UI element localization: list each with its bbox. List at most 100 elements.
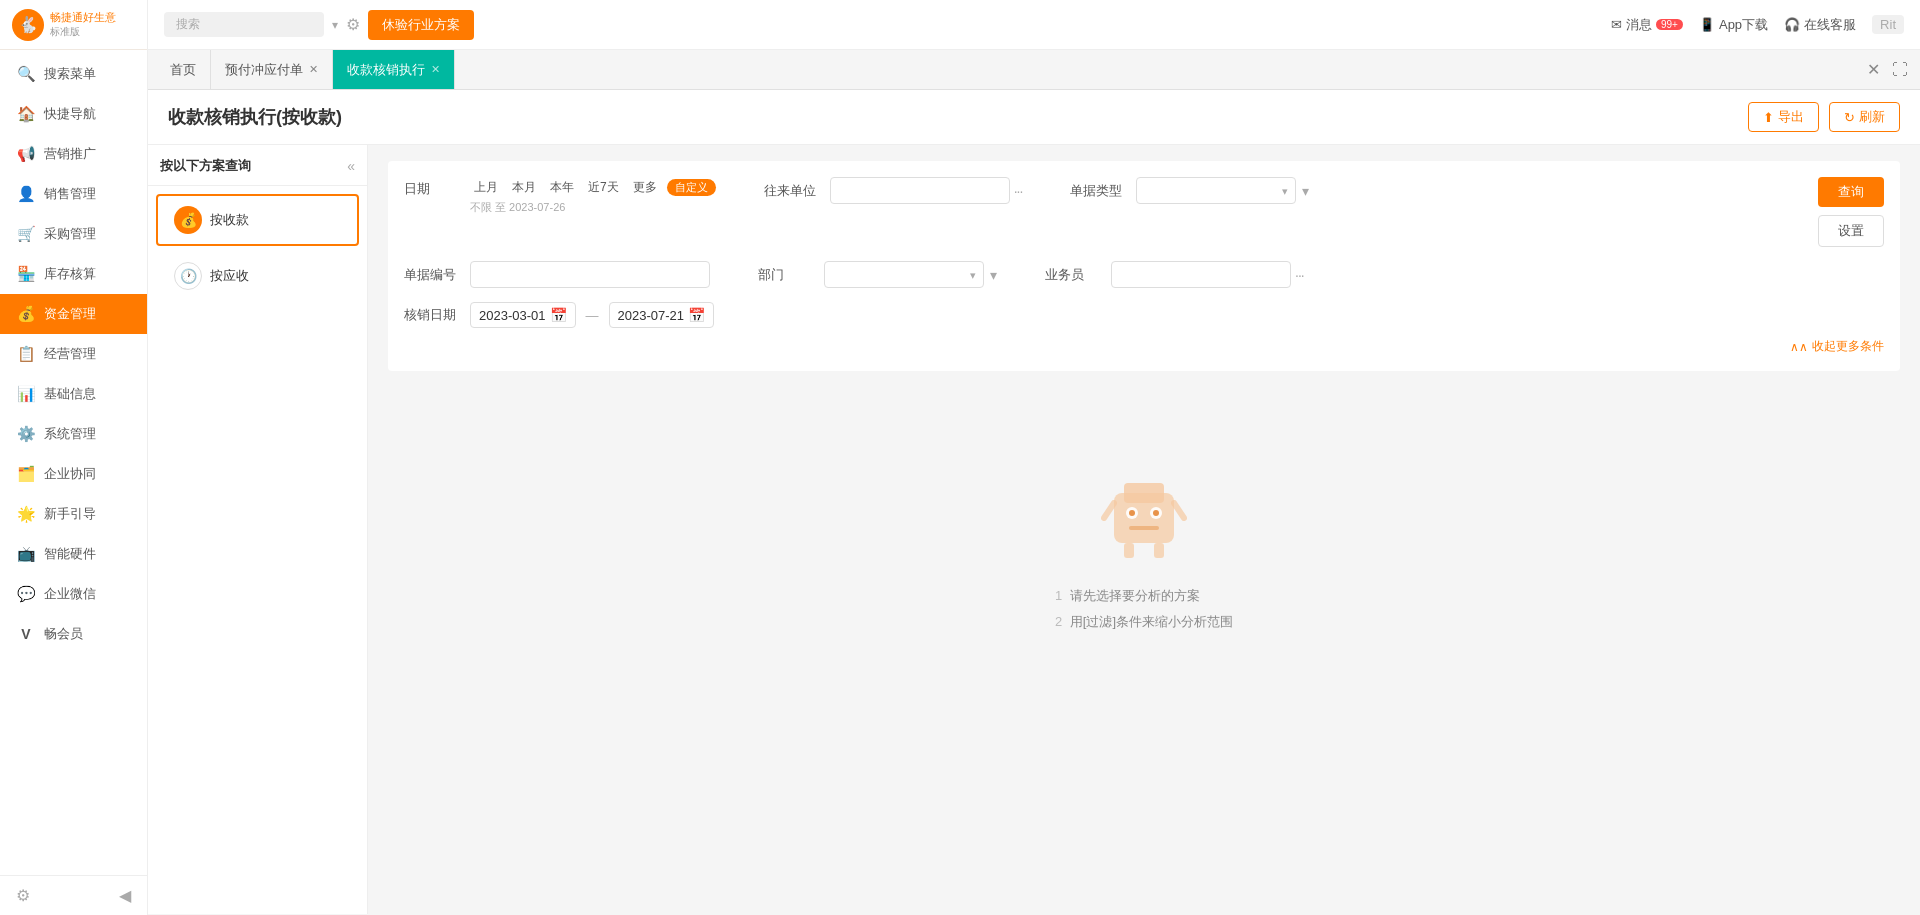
wechat-icon: 💬 [16,584,36,604]
verify-date-end-calendar-icon[interactable]: 📅 [688,307,705,323]
export-button[interactable]: ⬆ 导出 [1748,102,1819,132]
refresh-button[interactable]: ↻ 刷新 [1829,102,1900,132]
settings-button[interactable]: 设置 [1818,215,1884,247]
tab-receipt-close-icon[interactable]: ✕ [431,63,440,76]
filter-panel: 按以下方案查询 « 💰 按收款 🕐 按应收 [148,145,368,914]
app-name: 畅捷通好生意 [50,10,116,24]
by-receipt-icon: 💰 [174,206,202,234]
home-icon: 🏠 [16,104,36,124]
message-label: 消息 [1626,16,1652,34]
service-label: 在线客服 [1804,16,1856,34]
sidebar-item-system[interactable]: ⚙️ 系统管理 [0,414,147,454]
message-button[interactable]: ✉ 消息 99+ [1611,16,1683,34]
sidebar-item-basic-info[interactable]: 📊 基础信息 [0,374,147,414]
tab-prepay[interactable]: 预付冲应付单 ✕ [211,50,333,89]
sidebar-collapse-icon[interactable]: ◀ [119,886,131,905]
user-profile[interactable]: Rit [1872,15,1904,34]
sidebar-label-member: 畅会员 [44,625,83,643]
sidebar-item-enterprise[interactable]: 🗂️ 企业协同 [0,454,147,494]
guide-icon: 🌟 [16,504,36,524]
staff-dots-button[interactable]: ··· [1295,267,1304,283]
app-download-button[interactable]: 📱 App下载 [1699,16,1768,34]
sidebar-settings-icon[interactable]: ⚙ [16,886,30,905]
filter-option-by-receipt[interactable]: 💰 按收款 [156,194,359,246]
dept-dropdown-icon[interactable]: ▾ [990,267,997,283]
sidebar-item-marketing[interactable]: 📢 营销推广 [0,134,147,174]
tab-prepay-close-icon[interactable]: ✕ [309,63,318,76]
sidebar-label-sales: 销售管理 [44,185,96,203]
empty-hint-line2: 2 用[过滤]条件来缩小分析范围 [1055,609,1233,635]
search-placeholder: 搜索 [176,17,200,31]
expand-tab-button[interactable]: ⛶ [1888,58,1912,81]
tab-receipt-cancel[interactable]: 收款核销执行 ✕ [333,50,455,89]
tab-action-group: ✕ ⛶ [1863,58,1912,81]
inventory-icon: 🏪 [16,264,36,284]
date-range-hint: 不限 至 2023-07-26 [470,200,716,215]
close-all-tabs-button[interactable]: ✕ [1863,58,1884,81]
sidebar-item-guide[interactable]: 🌟 新手引导 [0,494,147,534]
query-area: 日期 上月 本月 本年 近7天 更多 自定义 [368,145,1920,914]
refresh-icon: ↻ [1844,110,1855,125]
query-button[interactable]: 查询 [1818,177,1884,207]
topbar-search-box[interactable]: 搜索 [164,12,324,37]
sidebar-item-search[interactable]: 🔍 搜索菜单 [0,54,147,94]
date-btn-more[interactable]: 更多 [629,177,661,198]
topbar: 搜索 ▾ ⚙ 休验行业方案 ✉ 消息 99+ 📱 App下载 🎧 在线客服 Ri… [148,0,1920,50]
sidebar-item-inventory[interactable]: 🏪 库存核算 [0,254,147,294]
sidebar-label-search: 搜索菜单 [44,65,96,83]
tab-home-label: 首页 [170,61,196,79]
collapse-more-button[interactable]: ∧∧ 收起更多条件 [1790,338,1884,355]
filter-panel-collapse-icon[interactable]: « [347,158,355,174]
page-header-actions: ⬆ 导出 ↻ 刷新 [1748,102,1900,132]
content-area: 收款核销执行(按收款) ⬆ 导出 ↻ 刷新 按以下方案查询 « [148,90,1920,915]
empty-hint-line1: 1 请先选择要分析的方案 [1055,583,1233,609]
staff-field: ··· [1111,261,1304,288]
sidebar-item-quick-nav[interactable]: 🏠 快捷导航 [0,94,147,134]
app-icon: 📱 [1699,17,1715,32]
tab-bar: 首页 预付冲应付单 ✕ 收款核销执行 ✕ ✕ ⛶ [148,50,1920,90]
solution-button[interactable]: 休验行业方案 [368,10,474,40]
tab-home[interactable]: 首页 [156,50,211,89]
date-btn-this-month[interactable]: 本月 [508,177,540,198]
date-btn-last-month[interactable]: 上月 [470,177,502,198]
topbar-chevron-icon[interactable]: ▾ [332,18,338,32]
doc-type-select[interactable] [1136,177,1296,204]
sidebar-item-operation[interactable]: 📋 经营管理 [0,334,147,374]
sidebar-item-sales[interactable]: 👤 销售管理 [0,174,147,214]
sidebar-label-inventory: 库存核算 [44,265,96,283]
sidebar-item-purchase[interactable]: 🛒 采购管理 [0,214,147,254]
verify-date-end: 2023-07-21 [618,308,685,323]
date-btn-7days[interactable]: 近7天 [584,177,623,198]
content-body: 按以下方案查询 « 💰 按收款 🕐 按应收 [148,145,1920,914]
sidebar-item-wechat[interactable]: 💬 企业微信 [0,574,147,614]
verify-date-start-calendar-icon[interactable]: 📅 [550,307,567,323]
sidebar-item-member[interactable]: V 畅会员 [0,614,147,654]
basic-info-icon: 📊 [16,384,36,404]
chevron-up-icon: ∧∧ [1790,340,1808,354]
partner-dots-button[interactable]: ··· [1014,183,1023,199]
doc-num-input[interactable] [470,261,710,288]
topbar-gear-icon[interactable]: ⚙ [346,15,360,34]
sidebar-item-finance[interactable]: 💰 资金管理 [0,294,147,334]
staff-label: 业务员 [1045,266,1105,284]
sidebar-label-quick-nav: 快捷导航 [44,105,96,123]
svg-rect-1 [1124,483,1164,503]
tab-prepay-label: 预付冲应付单 [225,61,303,79]
partner-input[interactable] [830,177,1010,204]
filter-option-by-receivable[interactable]: 🕐 按应收 [156,250,359,302]
sidebar-label-basic-info: 基础信息 [44,385,96,403]
sidebar-label-wechat: 企业微信 [44,585,96,603]
date-custom-badge[interactable]: 自定义 [667,179,716,196]
sidebar-item-hardware[interactable]: 📺 智能硬件 [0,534,147,574]
online-service-button[interactable]: 🎧 在线客服 [1784,16,1856,34]
sidebar-label-finance: 资金管理 [44,305,96,323]
staff-input[interactable] [1111,261,1291,288]
date-btn-this-year[interactable]: 本年 [546,177,578,198]
dept-select[interactable] [824,261,984,288]
doc-type-dropdown-icon[interactable]: ▾ [1302,183,1309,199]
svg-point-4 [1129,510,1135,516]
enterprise-icon: 🗂️ [16,464,36,484]
partner-label: 往来单位 [764,182,824,200]
sidebar-bottom: ⚙ ◀ [0,875,147,915]
hardware-icon: 📺 [16,544,36,564]
